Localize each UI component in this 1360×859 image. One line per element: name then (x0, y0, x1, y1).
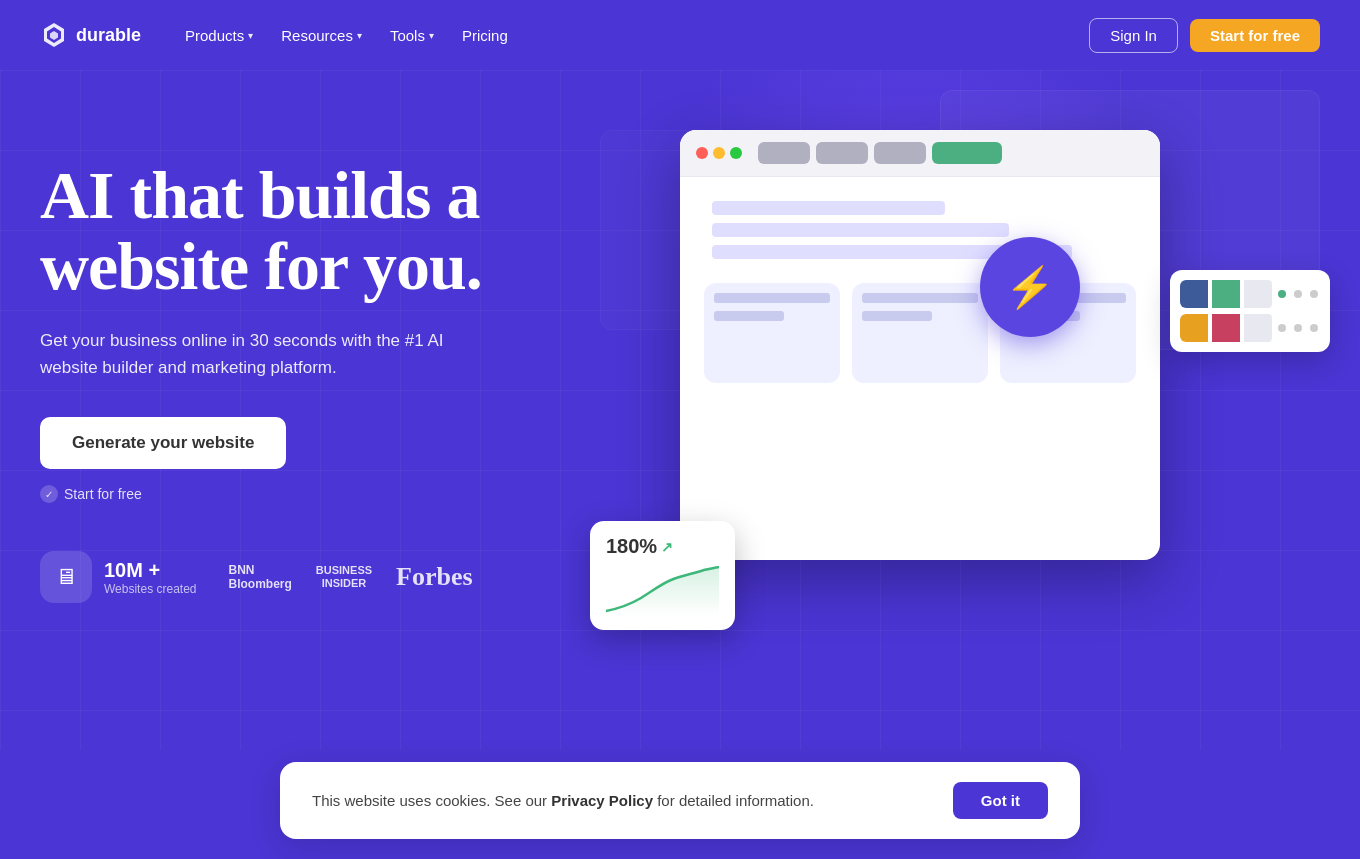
hero-title: AI that builds a website for you. (40, 160, 620, 303)
check-icon: ✓ (40, 485, 58, 503)
nav-right: Sign In Start for free (1089, 18, 1320, 53)
dot-yellow (713, 147, 725, 159)
chevron-down-icon: ▾ (357, 30, 362, 41)
palette-row-2 (1180, 314, 1320, 342)
social-proof: 🖥 10M + Websites created BNN Bloomberg B… (40, 551, 620, 603)
logo-icon (40, 21, 68, 49)
chevron-down-icon: ▾ (429, 30, 434, 41)
content-line-1 (712, 201, 945, 215)
metric-text: 10M + Websites created (104, 559, 197, 596)
browser-bottom (680, 283, 1160, 383)
stats-number: 180% ↗ (606, 535, 719, 558)
cookie-banner: This website uses cookies. See our Priva… (280, 762, 1080, 839)
nav-products[interactable]: Products ▾ (173, 19, 265, 52)
hero-left: AI that builds a website for you. Get yo… (40, 130, 620, 603)
nav-resources[interactable]: Resources ▾ (269, 19, 374, 52)
pill-3 (874, 142, 926, 164)
cookie-text: This website uses cookies. See our Priva… (312, 792, 933, 809)
forbes-logo: Forbes (396, 562, 473, 592)
generate-website-button[interactable]: Generate your website (40, 417, 286, 469)
media-logos: BNN Bloomberg BUSINESS INSIDER Forbes (229, 562, 473, 592)
pill-2 (816, 142, 868, 164)
dot-green (730, 147, 742, 159)
logo[interactable]: durable (40, 21, 141, 49)
nav-links: Products ▾ Resources ▾ Tools ▾ Pricing (173, 19, 520, 52)
hero-right: ⚡ (620, 130, 1320, 690)
business-insider-logo: BUSINESS INSIDER (316, 564, 372, 590)
lightning-icon: ⚡ (980, 237, 1080, 337)
palette-card (1170, 270, 1330, 352)
nav-left: durable Products ▾ Resources ▾ Tools ▾ P… (40, 19, 520, 52)
brand-name: durable (76, 25, 141, 46)
navbar: durable Products ▾ Resources ▾ Tools ▾ P… (0, 0, 1360, 70)
card-1 (704, 283, 840, 383)
pill-1 (758, 142, 810, 164)
hero-subtitle: Get your business online in 30 seconds w… (40, 327, 480, 381)
content-line-2 (712, 223, 1009, 237)
nav-tools[interactable]: Tools ▾ (378, 19, 446, 52)
chart-svg (606, 566, 719, 616)
dot-red (696, 147, 708, 159)
chevron-down-icon: ▾ (248, 30, 253, 41)
trend-up-icon: ↗ (661, 539, 673, 555)
hero-section: AI that builds a website for you. Get yo… (0, 70, 1360, 750)
start-free-nav-button[interactable]: Start for free (1190, 19, 1320, 52)
bloomberg-logo: BNN Bloomberg (229, 563, 292, 592)
browser-window: ⚡ (680, 130, 1160, 560)
pill-green (932, 142, 1002, 164)
privacy-policy-link[interactable]: Privacy Policy (551, 792, 653, 809)
signin-button[interactable]: Sign In (1089, 18, 1178, 53)
got-it-button[interactable]: Got it (953, 782, 1048, 819)
browser-toolbar (680, 130, 1160, 177)
metric-block: 🖥 10M + Websites created (40, 551, 197, 603)
nav-pricing[interactable]: Pricing (450, 19, 520, 52)
browser-content: ⚡ (680, 177, 1160, 283)
browser-pills (758, 142, 1002, 164)
palette-row-1 (1180, 280, 1320, 308)
browser-dots (696, 147, 742, 159)
stats-chart (606, 566, 719, 616)
start-free-label: ✓ Start for free (40, 485, 620, 503)
monitor-icon: 🖥 (40, 551, 92, 603)
content-lines (704, 201, 1136, 259)
card-2 (852, 283, 988, 383)
